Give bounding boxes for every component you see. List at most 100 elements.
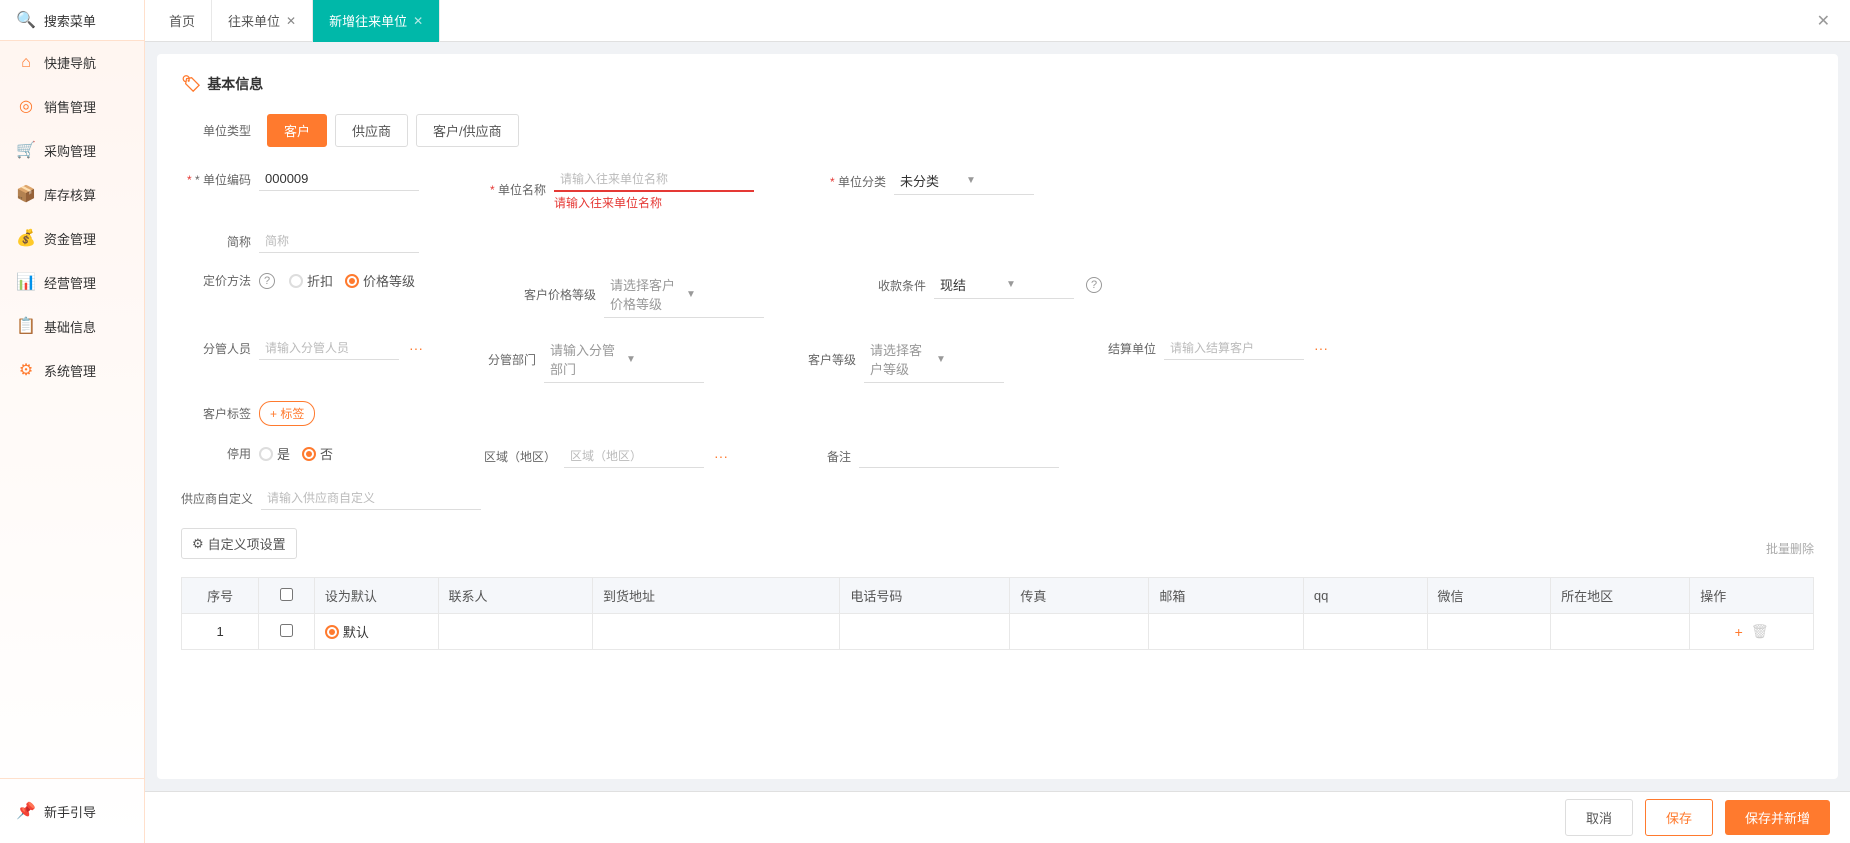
remark-input[interactable] [859, 444, 1059, 468]
add-tag-btn[interactable]: + 标签 [259, 401, 315, 426]
pricing-help-icon[interactable]: ? [259, 273, 275, 289]
tab-new-partner-label: 新增往来单位 [329, 11, 407, 30]
supplier-custom-input[interactable] [261, 486, 481, 510]
disabled-label: 停用 [181, 445, 251, 462]
quick-nav-icon: ⌂ [16, 54, 36, 72]
dept-placeholder: 请输入分管部门 [550, 340, 622, 378]
row-region-input[interactable] [1561, 624, 1679, 639]
cancel-button[interactable]: 取消 [1565, 799, 1633, 836]
th-checkbox [259, 578, 315, 614]
sales-icon: ◎ [16, 96, 36, 116]
manager-input[interactable] [259, 336, 399, 360]
manager-ellipsis-btn[interactable]: ··· [407, 340, 425, 356]
tab-partner-label: 往来单位 [228, 11, 280, 30]
name-input[interactable] [554, 167, 754, 192]
delete-row-btn[interactable]: 🗑 [1751, 623, 1769, 640]
custom-settings-btn[interactable]: ⚙ 自定义项设置 [181, 528, 297, 559]
sidebar-item-operations[interactable]: 📊 经营管理 [0, 260, 144, 304]
short-name-label: 简称 [181, 233, 251, 250]
save-button[interactable]: 保存 [1645, 799, 1713, 836]
add-row-btn[interactable]: + [1735, 624, 1743, 640]
payment-label: 收款条件 [861, 277, 926, 294]
td-email [1149, 614, 1304, 650]
phone-input[interactable] [850, 624, 999, 639]
dept-select[interactable]: 请输入分管部门 ▼ [544, 336, 704, 383]
code-input[interactable] [259, 167, 419, 191]
dept-field: 分管部门 请输入分管部门 ▼ [481, 336, 781, 383]
th-actions: 操作 [1690, 578, 1814, 614]
sidebar-item-guide[interactable]: 📌 新手引导 [0, 789, 144, 833]
unit-btn-supplier[interactable]: 供应商 [335, 114, 408, 147]
tab-home[interactable]: 首页 [153, 0, 212, 42]
tab-new-partner[interactable]: 新增往来单位 ✕ [313, 0, 440, 42]
category-select[interactable]: 未分类 ▼ [894, 167, 1034, 195]
pricing-field: 定价方法 ? 折扣 价格等级 [181, 271, 501, 290]
category-label: * 单位分类 [821, 173, 886, 190]
tab-partner-close[interactable]: ✕ [286, 14, 296, 28]
customer-level-placeholder: 请选择客户等级 [870, 340, 932, 378]
unit-type-row: 单位类型 客户 供应商 客户/供应商 [181, 114, 1814, 147]
unit-btn-both[interactable]: 客户/供应商 [416, 114, 519, 147]
short-name-row: 简称 [181, 229, 1814, 253]
customer-level-label: 客户等级 [801, 351, 856, 368]
table-header-row: 序号 设为默认 联系人 到货地址 电话号码 传真 邮箱 qq 微信 所在地区 操… [182, 578, 1814, 614]
fax-input[interactable] [1020, 624, 1138, 639]
radio-price-level[interactable]: 价格等级 [345, 271, 415, 290]
payment-help-icon[interactable]: ? [1086, 277, 1102, 293]
region-ellipsis-btn[interactable]: ··· [712, 448, 730, 464]
manager-label: 分管人员 [181, 340, 251, 357]
settlement-ellipsis-btn[interactable]: ··· [1312, 340, 1330, 356]
sidebar-item-label: 资金管理 [44, 229, 96, 248]
radio-no[interactable]: 否 [302, 444, 333, 463]
radio-yes[interactable]: 是 [259, 444, 290, 463]
sidebar-item-label: 系统管理 [44, 361, 96, 380]
price-level-label: 客户价格等级 [521, 286, 596, 303]
sidebar-search-label: 搜索菜单 [44, 11, 96, 30]
batch-delete-btn[interactable]: 批量删除 [1766, 540, 1814, 557]
code-name-category-row: * * 单位编码 * 单位名称 请输入往来单位名称 * 单位分类 [181, 167, 1814, 211]
sidebar-item-purchase[interactable]: 🛒 采购管理 [0, 128, 144, 172]
short-name-input[interactable] [259, 229, 419, 253]
contact-input[interactable] [449, 624, 583, 639]
price-level-select[interactable]: 请选择客户价格等级 ▼ [604, 271, 764, 318]
tags-field: 客户标签 + 标签 [181, 401, 315, 426]
wechat-input[interactable] [1438, 624, 1541, 639]
radio-discount-circle [289, 274, 303, 288]
th-default: 设为默认 [314, 578, 438, 614]
save-new-button[interactable]: 保存并新增 [1725, 800, 1830, 835]
th-address: 到货地址 [593, 578, 840, 614]
sidebar-item-inventory[interactable]: 📦 库存核算 [0, 172, 144, 216]
region-input[interactable] [564, 444, 704, 468]
select-all-checkbox[interactable] [280, 588, 293, 601]
custom-settings-label: 自定义项设置 [208, 534, 286, 553]
unit-btn-customer[interactable]: 客户 [267, 114, 327, 147]
section-icon: 🏷 [181, 74, 201, 94]
settlement-field: 结算单位 ··· [1101, 336, 1341, 360]
qq-input[interactable] [1314, 624, 1417, 639]
radio-yes-label: 是 [277, 444, 290, 463]
payment-select[interactable]: 现结 ▼ [934, 271, 1074, 299]
td-address [593, 614, 840, 650]
tab-partner[interactable]: 往来单位 ✕ [212, 0, 313, 42]
tab-new-partner-close[interactable]: ✕ [413, 14, 423, 28]
sidebar-item-quick-nav[interactable]: ⌂ 快捷导航 [0, 41, 144, 84]
td-wechat [1427, 614, 1551, 650]
supplier-custom-label: 供应商自定义 [181, 490, 253, 507]
row-checkbox[interactable] [280, 624, 293, 637]
tags-label: 客户标签 [181, 405, 251, 422]
name-field: * 单位名称 请输入往来单位名称 [481, 167, 801, 211]
settlement-input[interactable] [1164, 336, 1304, 360]
sidebar-search[interactable]: 🔍 搜索菜单 [0, 0, 144, 41]
tab-bar-close[interactable]: ✕ [1805, 11, 1842, 31]
sidebar-item-finance[interactable]: 💰 资金管理 [0, 216, 144, 260]
td-contact [438, 614, 593, 650]
sidebar-item-basic[interactable]: 📋 基础信息 [0, 304, 144, 348]
email-input[interactable] [1159, 624, 1293, 639]
address-input[interactable] [603, 624, 829, 639]
supplier-custom-row: 供应商自定义 [181, 486, 1814, 510]
customer-level-select[interactable]: 请选择客户等级 ▼ [864, 336, 1004, 383]
sidebar-item-sales[interactable]: ◎ 销售管理 [0, 84, 144, 128]
radio-discount[interactable]: 折扣 [289, 271, 333, 290]
sidebar-item-system[interactable]: ⚙ 系统管理 [0, 348, 144, 392]
unit-type-label: 单位类型 [181, 122, 251, 139]
